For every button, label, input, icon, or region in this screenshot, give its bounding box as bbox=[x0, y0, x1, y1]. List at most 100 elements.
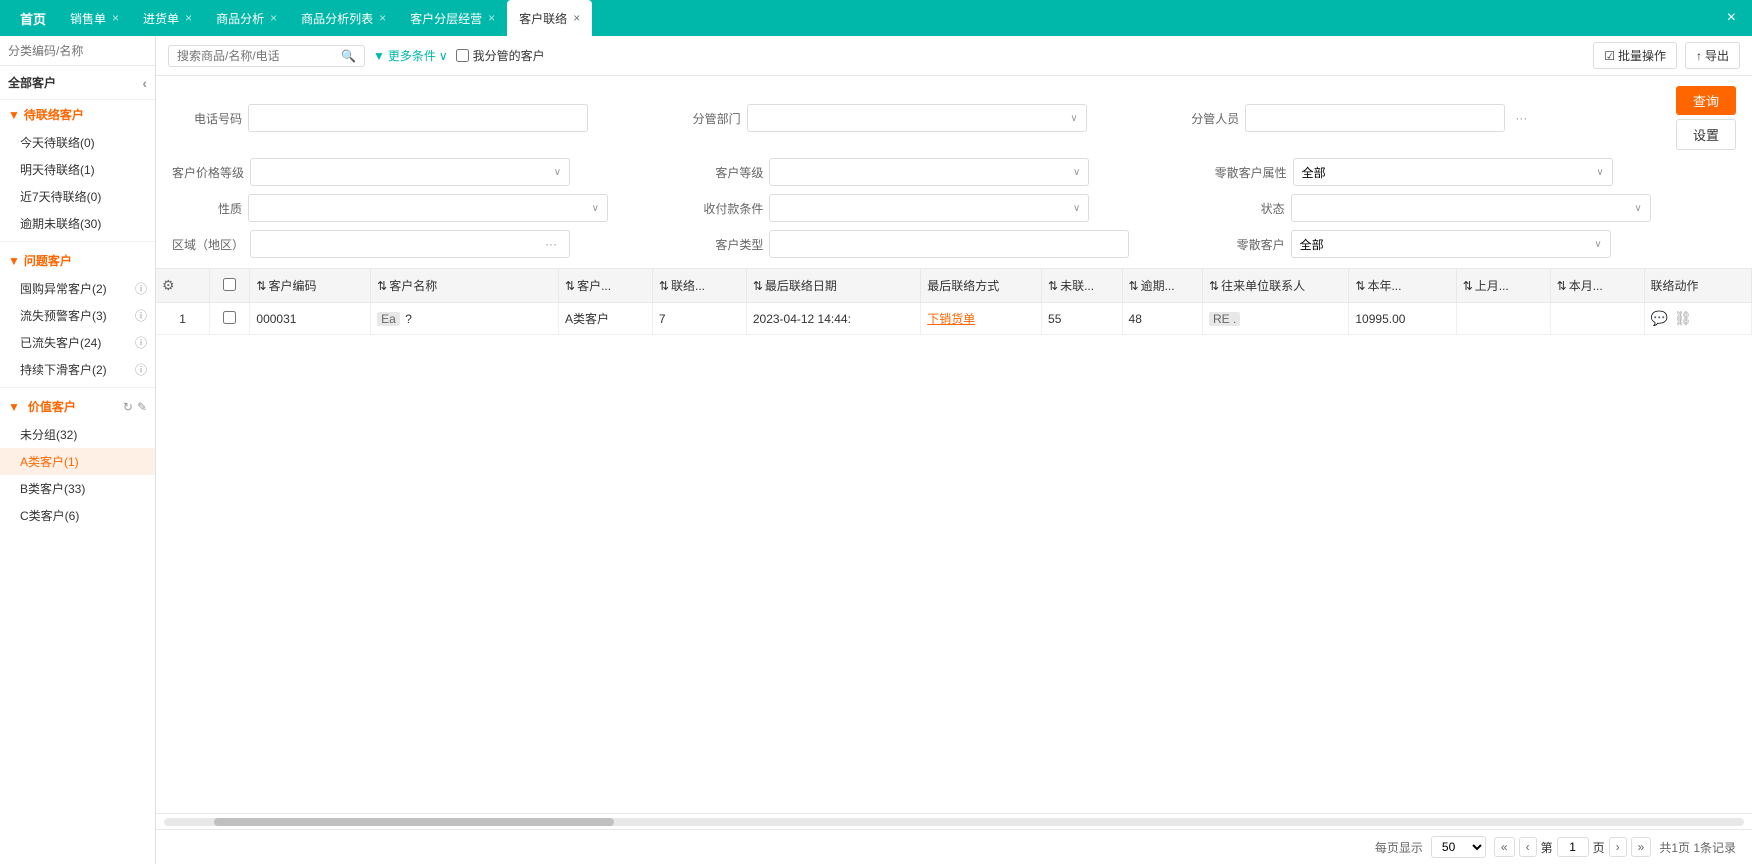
filter-status-select[interactable]: ∨ bbox=[1291, 194, 1651, 222]
filter-price-grade-label: 客户价格等级 bbox=[172, 164, 244, 181]
cell-contact-person: RE . bbox=[1203, 303, 1349, 335]
last-way-link[interactable]: 下销货单 bbox=[927, 312, 975, 326]
last-page-btn[interactable]: » bbox=[1631, 837, 1652, 857]
close-customer-tier[interactable]: × bbox=[488, 11, 495, 25]
settings-btn[interactable]: 设置 bbox=[1676, 119, 1736, 150]
sidebar-item-abnormal-stockpile[interactable]: 囤购异常客户(2) ⓘ bbox=[0, 275, 155, 302]
filter-phone-input[interactable] bbox=[248, 104, 588, 132]
select-all-checkbox[interactable] bbox=[223, 278, 236, 291]
sidebar-section-pending[interactable]: ▼ 待联络客户 bbox=[0, 100, 155, 129]
filter-payment-select[interactable]: ∨ bbox=[769, 194, 1089, 222]
th-lastmonth-sort-icon: ⇅ bbox=[1463, 279, 1473, 293]
sidebar-item-class-a[interactable]: A类客户(1) bbox=[0, 448, 155, 475]
page-total-label: 页 bbox=[1593, 839, 1605, 856]
sidebar-item-class-c[interactable]: C类客户(6) bbox=[0, 502, 155, 529]
next-page-btn[interactable]: › bbox=[1609, 837, 1627, 857]
nav-customer-contact[interactable]: 客户联络 × bbox=[507, 0, 592, 36]
filter-scatter-customer-select[interactable]: 全部 ∨ bbox=[1291, 230, 1611, 258]
filter-nature-select[interactable]: ∨ bbox=[248, 194, 608, 222]
sidebar-collapse-btn[interactable]: ‹ bbox=[142, 75, 147, 91]
filter-region-dots[interactable]: ··· bbox=[541, 237, 561, 251]
cell-last-month bbox=[1456, 303, 1550, 335]
table-header-row: ⚙ ⇅ 客户编码 bbox=[156, 269, 1752, 303]
sidebar-item-churn-warning[interactable]: 流失预警客户(3) ⓘ bbox=[0, 302, 155, 329]
edit-icon[interactable]: ✎ bbox=[137, 400, 147, 414]
batch-op-btn[interactable]: ☑ 批量操作 bbox=[1593, 42, 1677, 69]
filter-customer-grade-select[interactable]: ∨ bbox=[769, 158, 1089, 186]
cell-last-date: 2023-04-12 14:44: bbox=[746, 303, 920, 335]
filter-dept-select[interactable]: ∨ bbox=[747, 104, 1087, 132]
link-icon[interactable]: ⛓ bbox=[1674, 310, 1692, 327]
footer-pagination: 每页显示 50 100 200 « ‹ 第 页 › » 共1页 1条记录 bbox=[156, 829, 1752, 864]
filter-customer-type-select[interactable] bbox=[769, 230, 1129, 258]
close-product-analysis[interactable]: × bbox=[270, 11, 277, 25]
filter-customer-grade-label: 客户等级 bbox=[693, 164, 763, 181]
nav-product-analysis-list[interactable]: 商品分析列表 × bbox=[289, 0, 398, 36]
chevron-down-icon-dept: ∨ bbox=[1070, 113, 1077, 124]
chevron-down-icon-cust-grade: ∨ bbox=[1073, 167, 1080, 178]
first-page-btn[interactable]: « bbox=[1494, 837, 1515, 857]
sidebar-value-title[interactable]: ▼ 价值客户 bbox=[8, 398, 76, 415]
sidebar-search-input[interactable] bbox=[8, 44, 156, 58]
horizontal-scrollbar-area bbox=[156, 813, 1752, 829]
page-input[interactable] bbox=[1557, 837, 1589, 857]
horizontal-scrollbar[interactable] bbox=[164, 818, 1744, 826]
filter-person-input[interactable] bbox=[1245, 104, 1505, 132]
cell-checkbox bbox=[210, 303, 250, 335]
filter-payment: 收付款条件 ∨ bbox=[693, 194, 1214, 222]
nav-sales-order[interactable]: 销售单 × bbox=[58, 0, 131, 36]
nav-customer-tier[interactable]: 客户分层经营 × bbox=[398, 0, 507, 36]
filter-scatter-attr-select[interactable]: 全部 ∨ bbox=[1293, 158, 1613, 186]
nav-product-analysis[interactable]: 商品分析 × bbox=[204, 0, 289, 36]
message-icon[interactable]: 💬 bbox=[1651, 310, 1668, 327]
close-window-btn[interactable]: × bbox=[1719, 9, 1744, 27]
sidebar-item-churned[interactable]: 已流失客户(24) ⓘ bbox=[0, 329, 155, 356]
filter-nature: 性质 ∨ bbox=[172, 194, 693, 222]
filter-price-grade-select[interactable]: ∨ bbox=[250, 158, 570, 186]
filter-customer-type-label: 客户类型 bbox=[693, 236, 763, 253]
gear-icon[interactable]: ⚙ bbox=[162, 277, 175, 294]
sidebar-item-overdue-contact[interactable]: 逾期未联络(30) bbox=[0, 210, 155, 237]
toolbar-search-input[interactable] bbox=[177, 49, 337, 63]
export-btn[interactable]: ↑ 导出 bbox=[1685, 42, 1740, 69]
sidebar-item-7days-pending[interactable]: 近7天待联络(0) bbox=[0, 183, 155, 210]
filter-person-dots[interactable]: ··· bbox=[1511, 111, 1531, 125]
sidebar-item-today-pending[interactable]: 今天待联络(0) bbox=[0, 129, 155, 156]
refresh-icon[interactable]: ↻ bbox=[123, 400, 133, 414]
sidebar-item-unclassified[interactable]: 未分组(32) bbox=[0, 421, 155, 448]
sidebar-item-declining[interactable]: 持续下滑客户(2) ⓘ bbox=[0, 356, 155, 383]
close-customer-contact[interactable]: × bbox=[573, 11, 580, 25]
query-btn[interactable]: 查询 bbox=[1676, 86, 1736, 115]
close-purchase-order[interactable]: × bbox=[185, 11, 192, 25]
filter-row-2: 客户价格等级 ∨ 客户等级 ∨ 零散客户属性 全部 bbox=[172, 158, 1736, 186]
table-area: ⚙ ⇅ 客户编码 bbox=[156, 269, 1752, 813]
filter-more-btn[interactable]: ▼ 更多条件 ∨ bbox=[373, 47, 448, 64]
cell-this-month bbox=[1550, 303, 1644, 335]
sidebar-item-tomorrow-pending[interactable]: 明天待联络(1) bbox=[0, 156, 155, 183]
sidebar-item-class-b[interactable]: B类客户(33) bbox=[0, 475, 155, 502]
cell-code[interactable]: 000031 bbox=[250, 303, 371, 335]
nav-purchase-order[interactable]: 进货单 × bbox=[131, 0, 204, 36]
filter-phone-label: 电话号码 bbox=[172, 110, 242, 127]
per-page-select[interactable]: 50 100 200 bbox=[1431, 836, 1486, 858]
close-product-analysis-list[interactable]: × bbox=[379, 11, 386, 25]
th-contact-person-sort-icon: ⇅ bbox=[1209, 279, 1219, 293]
prev-page-btn[interactable]: ‹ bbox=[1519, 837, 1537, 857]
my-customers-checkbox[interactable] bbox=[456, 49, 469, 62]
th-checkbox bbox=[210, 269, 250, 303]
th-lastdate-sort-icon: ⇅ bbox=[753, 279, 763, 293]
th-last-month: ⇅ 上月... bbox=[1456, 269, 1550, 303]
filter-region-select[interactable]: ··· bbox=[250, 230, 570, 258]
close-sales-order[interactable]: × bbox=[112, 11, 119, 25]
sidebar-all-customers[interactable]: 全部客户 ‹ bbox=[0, 66, 155, 100]
filter-row-1: 电话号码 分管部门 ∨ 分管人员 ··· 查询 设置 bbox=[172, 86, 1736, 150]
row-checkbox[interactable] bbox=[223, 311, 236, 324]
filter-scatter-customer-label: 零散客户 bbox=[1215, 236, 1285, 253]
horizontal-scrollbar-thumb[interactable] bbox=[214, 818, 614, 826]
toolbar-search-icon[interactable]: 🔍 bbox=[341, 49, 356, 63]
nav-home[interactable]: 首页 bbox=[8, 0, 58, 36]
th-contact-count: ⇅ 联络... bbox=[652, 269, 746, 303]
sidebar-section-problem[interactable]: ▼ 问题客户 bbox=[0, 246, 155, 275]
my-customers-checkbox-area[interactable]: 我分管的客户 bbox=[456, 47, 545, 64]
info-icon-4: ⓘ bbox=[135, 361, 147, 378]
